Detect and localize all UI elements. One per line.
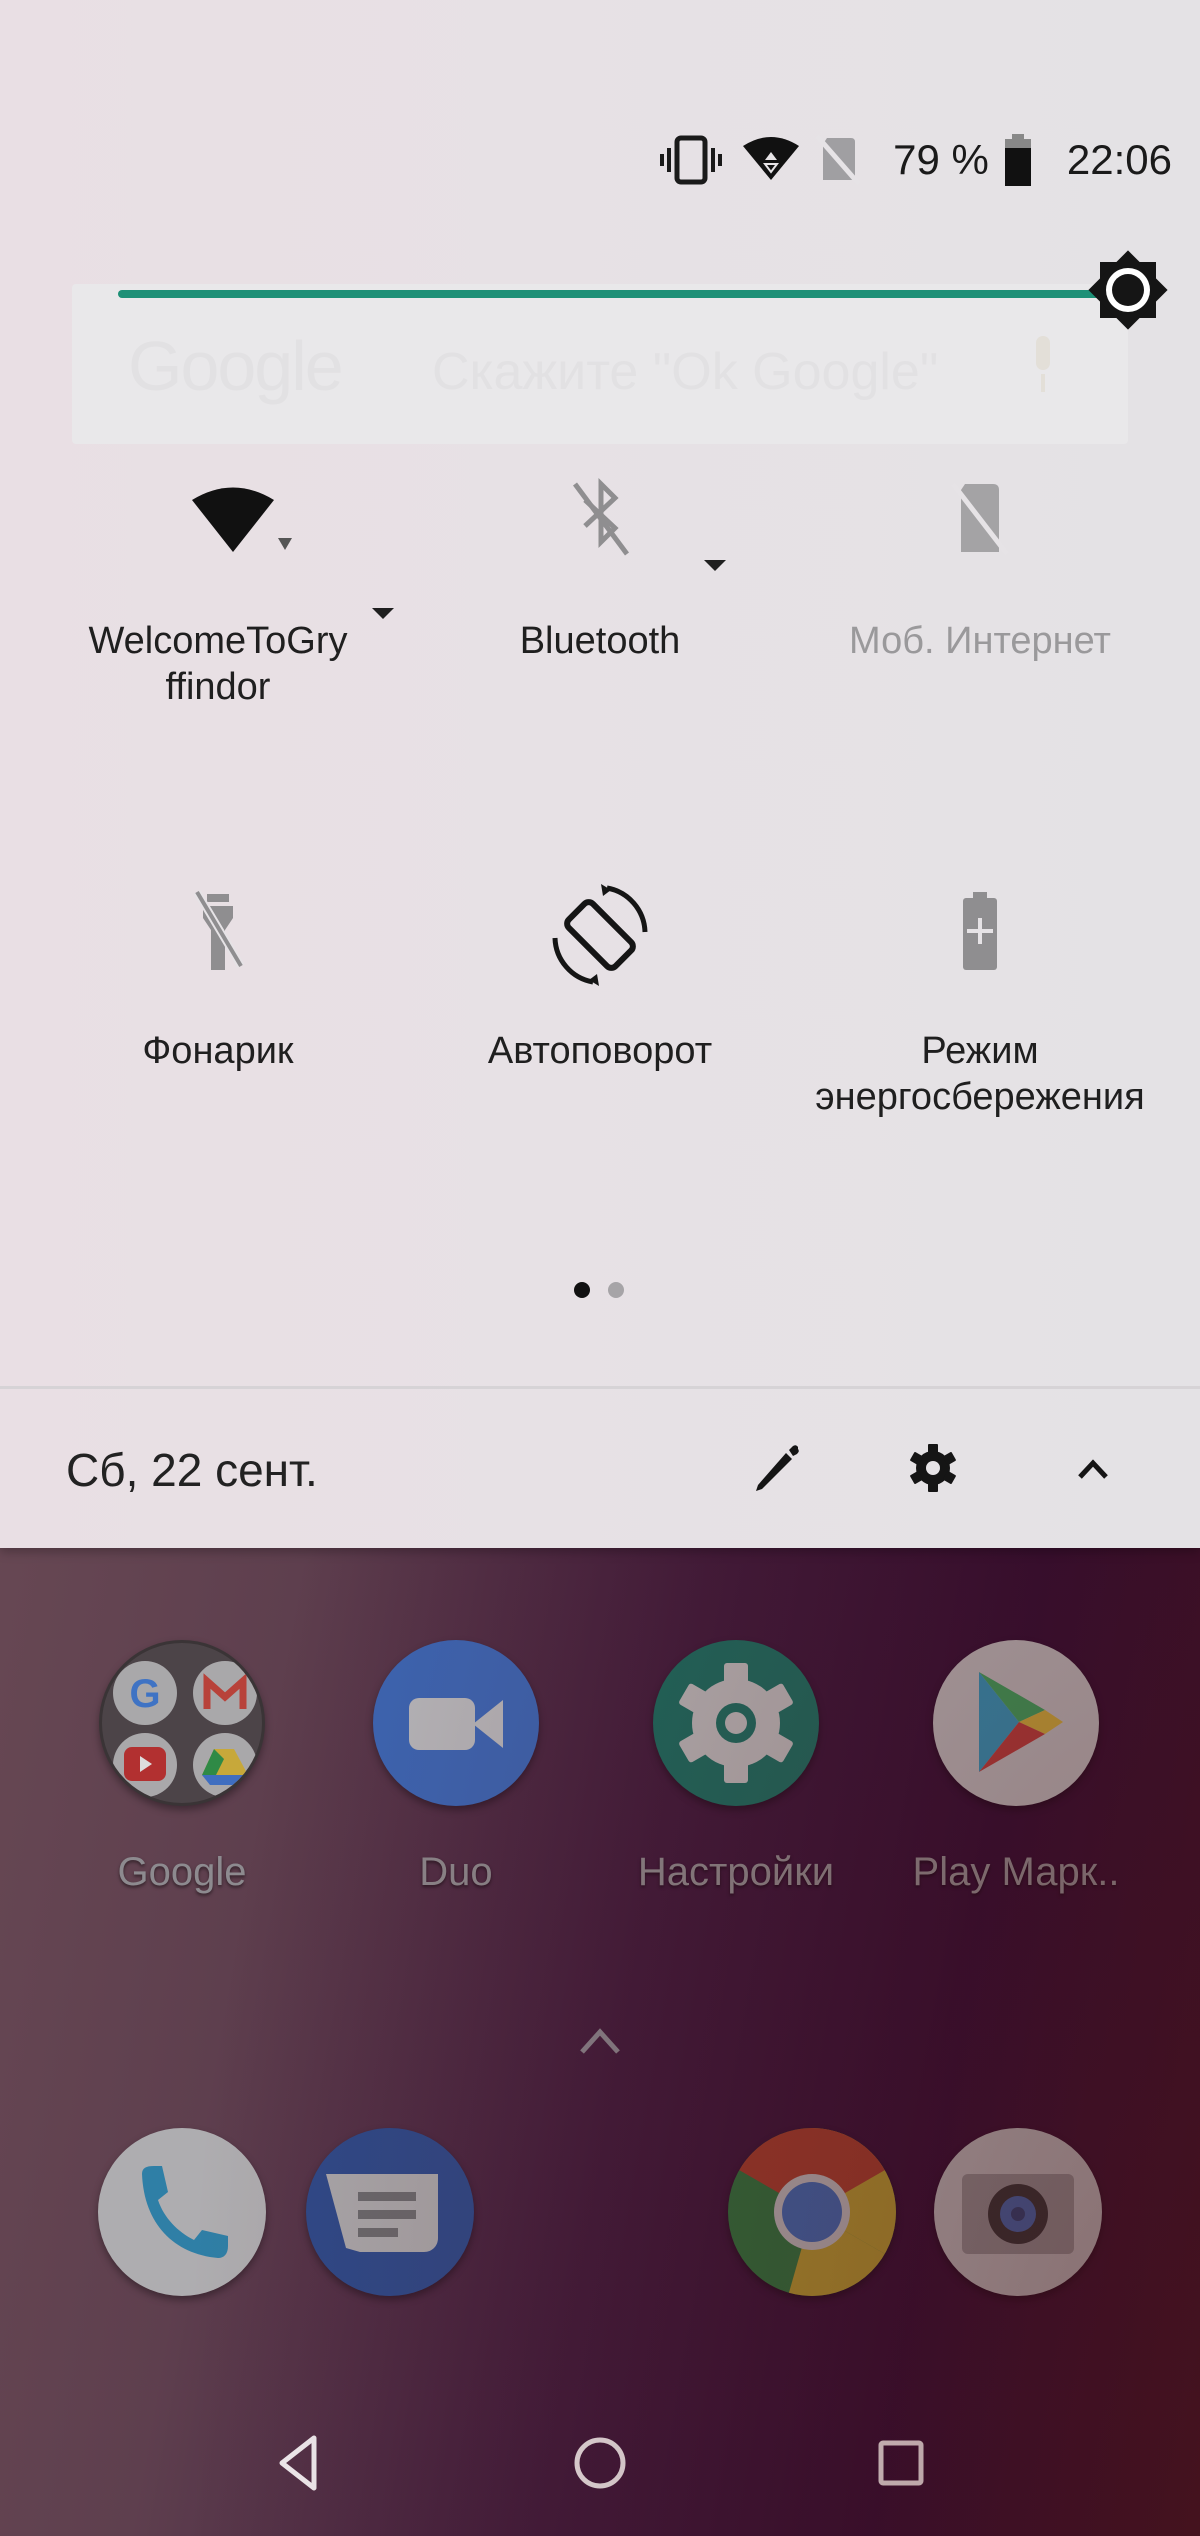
no-sim-icon (925, 470, 1035, 580)
tile-mobile-data[interactable]: Моб. Интернет (790, 470, 1170, 664)
app-settings[interactable]: Настройки (626, 1640, 846, 1895)
tile-label: Фонарик (142, 1030, 294, 1072)
vibrate-icon (659, 132, 723, 188)
chrome-icon (728, 2128, 896, 2296)
wifi-icon (741, 132, 801, 188)
camera-icon (934, 2128, 1102, 2296)
page-indicator (574, 1282, 624, 1298)
tile-label: Моб. Интернет (849, 620, 1111, 662)
home-icon[interactable] (565, 2428, 635, 2498)
phone-icon (98, 2128, 266, 2296)
settings-app-icon (653, 1640, 819, 1806)
app-label: Настройки (637, 1850, 835, 1894)
page-dot-active[interactable] (574, 1282, 590, 1298)
app-label: Duo (419, 1850, 493, 1894)
tile-label-line: Режим (921, 1030, 1039, 1072)
tile-battery-saver[interactable]: Режим энергосбережения (790, 880, 1170, 1120)
duo-icon (373, 1640, 539, 1806)
brightness-thumb-icon[interactable] (1080, 242, 1176, 338)
clock: 22:06 (1066, 136, 1172, 183)
battery-percent: 79 % (893, 136, 989, 183)
app-play-store[interactable]: Play Марк.. (906, 1640, 1126, 1895)
dock-messages[interactable] (280, 2128, 500, 2296)
no-sim-icon (813, 132, 863, 188)
chevron-up-icon[interactable] (1058, 1433, 1128, 1503)
tile-flashlight[interactable]: Фонарик (28, 880, 408, 1074)
battery-icon (1003, 132, 1043, 188)
back-icon[interactable] (264, 2428, 334, 2498)
quick-settings-panel: 79 % 22:06 Google Скажите "Ok Google" We… (0, 0, 1200, 1548)
wifi-icon (163, 470, 292, 580)
brightness-slider[interactable] (118, 250, 1168, 330)
messages-icon (306, 2128, 474, 2296)
search-hint: Скажите "Ok Google" (432, 343, 939, 401)
quick-settings-footer: Сб, 22 сент. (0, 1389, 1200, 1548)
recents-icon[interactable] (866, 2428, 936, 2498)
status-bar: 79 % 22:06 (659, 120, 1172, 200)
svg-text:G: G (129, 1672, 160, 1716)
bluetooth-dropdown-caret-icon[interactable] (704, 560, 726, 571)
dock-phone[interactable] (72, 2128, 292, 2296)
page-dot[interactable] (608, 1282, 624, 1298)
dock-chrome[interactable] (702, 2128, 922, 2296)
tile-label-line: энергосбережения (815, 1076, 1145, 1118)
tile-label-line: ffindor (165, 666, 271, 708)
app-label: Google (117, 1850, 247, 1894)
navigation-bar (0, 2400, 1200, 2520)
google-search-widget-ghost: Google Скажите "Ok Google" (72, 284, 1128, 444)
google-folder-icon: G (99, 1640, 265, 1806)
google-logo: Google (128, 327, 344, 405)
battery-saver-icon (925, 880, 1035, 990)
tile-bluetooth[interactable]: Bluetooth (410, 470, 790, 664)
gear-icon[interactable] (898, 1433, 968, 1503)
tile-wifi[interactable]: WelcomeToGry ffindor (28, 470, 408, 710)
bluetooth-off-icon (545, 470, 655, 580)
tile-label: Автоповорот (487, 1030, 713, 1072)
tile-autorotate[interactable]: Автоповорот (410, 880, 790, 1074)
wifi-dropdown-caret-icon[interactable] (372, 608, 394, 619)
brightness-track[interactable] (118, 290, 1128, 298)
app-drawer-chevron-up-icon[interactable] (576, 2020, 624, 2060)
tile-label-line: WelcomeToGry (88, 620, 348, 662)
flashlight-off-icon (163, 880, 273, 990)
app-label: Play Марк.. (912, 1850, 1120, 1894)
dock-camera[interactable] (908, 2128, 1128, 2296)
tile-label: Bluetooth (519, 620, 681, 662)
play-store-icon (933, 1640, 1099, 1806)
app-google-folder[interactable]: G Google (72, 1640, 292, 1895)
screen-rotation-icon (545, 880, 655, 990)
pencil-icon[interactable] (740, 1433, 810, 1503)
date-label[interactable]: Сб, 22 сент. (66, 1443, 318, 1497)
app-duo[interactable]: Duo (346, 1640, 566, 1895)
microphone-icon (1028, 334, 1058, 394)
